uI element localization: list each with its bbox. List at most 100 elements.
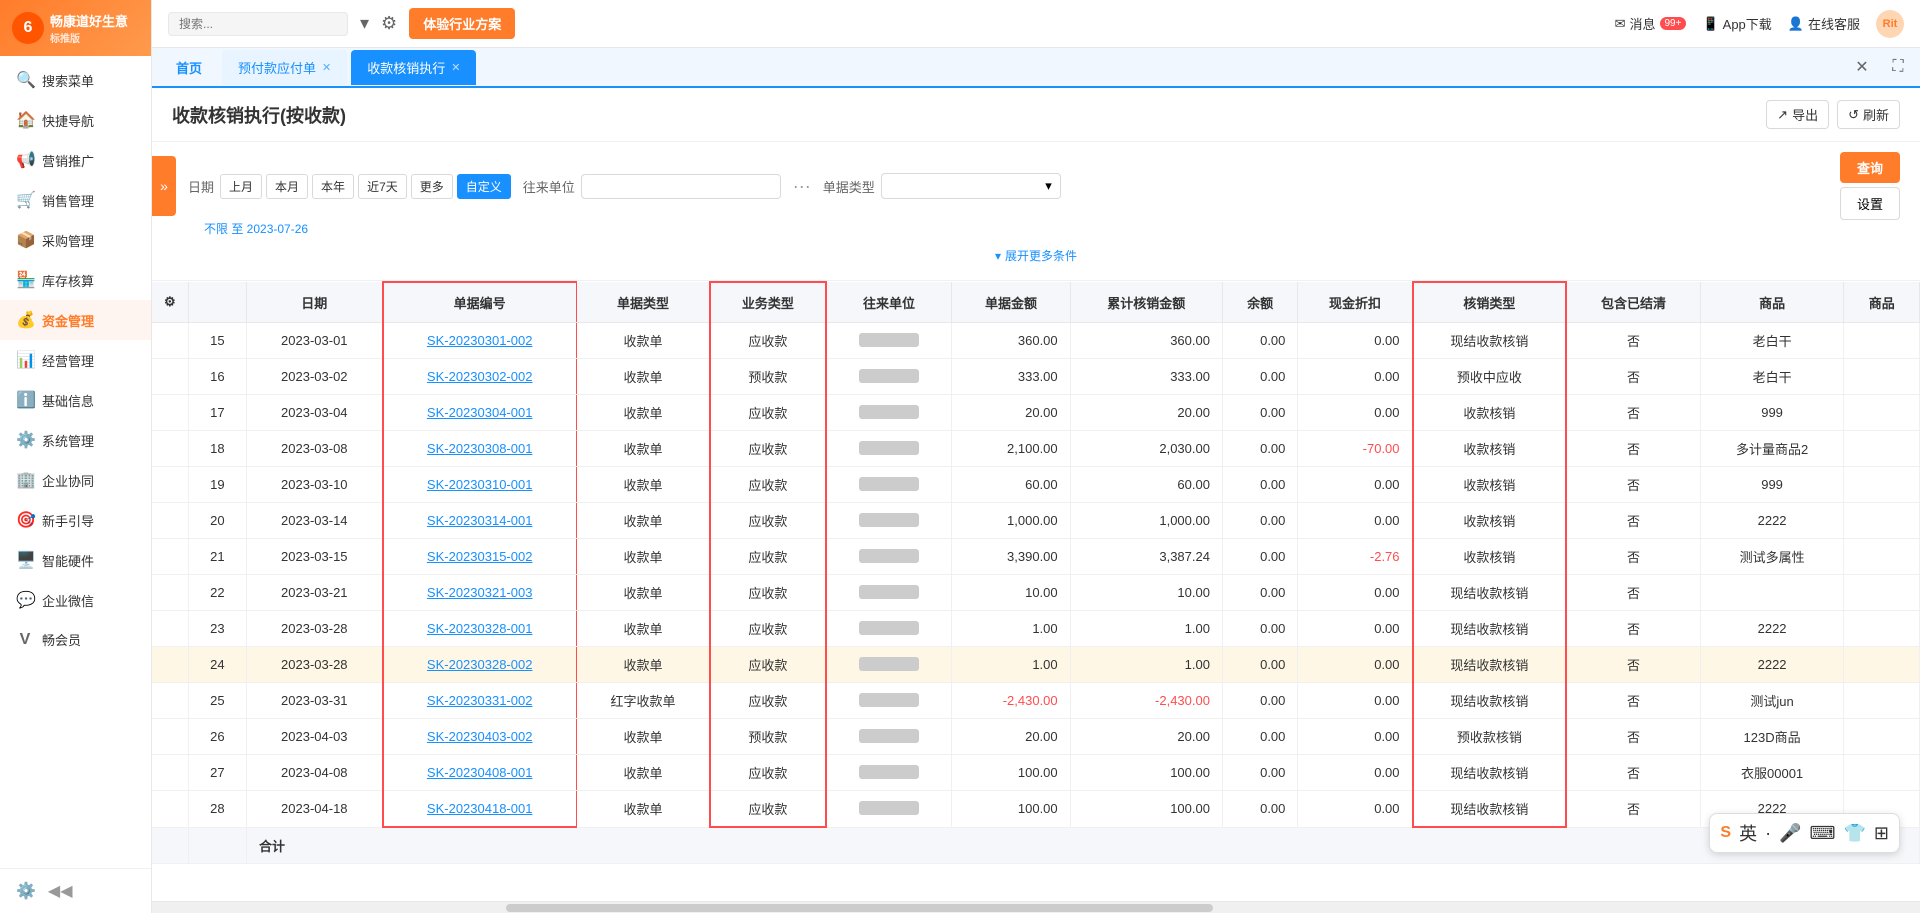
total-row: 合计 (152, 827, 1920, 864)
table-row: 222023-03-21SK-20230321-003收款单应收款 10.001… (152, 575, 1920, 611)
sidebar-item-label: 搜索菜单 (42, 71, 94, 90)
filter-expand-btn[interactable]: » (152, 156, 176, 216)
close-tab-icon[interactable]: ✕ (1848, 53, 1876, 81)
sidebar-item-inventory[interactable]: 🏪 库存核算 (0, 260, 151, 300)
expand-tab-icon[interactable]: ⛶ (1884, 53, 1912, 81)
float-logo: S (1720, 824, 1731, 842)
voucher-type-select[interactable]: ▾ (881, 173, 1061, 199)
page-header-actions: ↗ 导出 ↺ 刷新 (1766, 100, 1900, 129)
sidebar-item-search[interactable]: 🔍 搜索菜单 (0, 60, 151, 100)
total-label: 合计 (247, 827, 1920, 864)
sidebar-item-sales[interactable]: 🛒 销售管理 (0, 180, 151, 220)
app-download-item[interactable]: 📱 App下载 (1702, 14, 1771, 33)
date-btn-custom[interactable]: 自定义 (457, 174, 511, 199)
th-amount: 单据金额 (952, 282, 1070, 323)
table-row: 162023-03-02SK-20230302-002收款单预收款 333.00… (152, 359, 1920, 395)
message-item[interactable]: ✉ 消息 99+ (1615, 14, 1687, 33)
th-partner: 往来单位 (826, 282, 952, 323)
sidebar-item-member[interactable]: V 畅会员 (0, 620, 151, 659)
sidebar-item-enterprise[interactable]: 🏢 企业协同 (0, 460, 151, 500)
gear-icon[interactable]: ⚙ (381, 13, 397, 34)
sidebar-item-system[interactable]: ⚙️ 系统管理 (0, 420, 151, 460)
sidebar-bottom: ⚙️ ◀◀ (0, 868, 151, 913)
inventory-icon: 🏪 (16, 270, 34, 290)
operations-icon: 📊 (16, 350, 34, 370)
float-lang-icon[interactable]: 英 (1739, 820, 1757, 846)
float-keyboard-icon[interactable]: ⌨ (1810, 823, 1836, 844)
tab-home[interactable]: 首页 (160, 50, 218, 85)
table-row: 202023-03-14SK-20230314-001收款单应收款 1,000.… (152, 503, 1920, 539)
query-btn[interactable]: 查询 (1840, 152, 1900, 183)
member-icon: V (16, 631, 34, 649)
th-settings[interactable]: ⚙ (152, 282, 188, 323)
sidebar-item-purchase[interactable]: 📦 采购管理 (0, 220, 151, 260)
filter-date-group: 日期 上月 本月 本年 近7天 更多 自定义 (188, 174, 511, 199)
table-body: 152023-03-01SK-20230301-002收款单应收款 360.00… (152, 323, 1920, 828)
tab-receipt[interactable]: 收款核销执行 ✕ (351, 50, 476, 85)
enterprise-icon: 🏢 (16, 470, 34, 490)
date-btn-this-month[interactable]: 本月 (266, 174, 308, 199)
date-btn-more[interactable]: 更多 (411, 174, 453, 199)
collapse-icon[interactable]: ◀◀ (48, 881, 73, 901)
finance-icon: 💰 (16, 310, 34, 330)
refresh-btn[interactable]: ↺ 刷新 (1837, 100, 1900, 129)
float-dot-icon[interactable]: · (1765, 823, 1771, 844)
topbar: ▾ ⚙ 体验行业方案 ✉ 消息 99+ 📱 App下载 👤 在线客服 Rit (152, 0, 1920, 48)
sidebar-item-label: 企业微信 (42, 591, 94, 610)
search-input[interactable] (168, 12, 348, 36)
data-table: ⚙ 日期 单据编号 单据类型 业务类型 往来单位 单据金额 累计核销金额 余额 … (152, 281, 1920, 864)
th-biz-type: 业务类型 (710, 282, 825, 323)
table-row: 152023-03-01SK-20230301-002收款单应收款 360.00… (152, 323, 1920, 359)
sidebar-item-hardware[interactable]: 🖥️ 智能硬件 (0, 540, 151, 580)
wechat-icon: 💬 (16, 590, 34, 610)
th-date: 日期 (247, 282, 383, 323)
date-btn-prev-month[interactable]: 上月 (220, 174, 262, 199)
settings-icon[interactable]: ⚙️ (16, 881, 36, 901)
chevron-down-icon: ▾ (1045, 178, 1052, 194)
sidebar-item-label: 企业协同 (42, 471, 94, 490)
date-btn-7days[interactable]: 近7天 (358, 174, 407, 199)
table-row: 212023-03-15SK-20230315-002收款单应收款 3,390.… (152, 539, 1920, 575)
industry-btn[interactable]: 体验行业方案 (409, 8, 515, 39)
chevron-down-icon[interactable]: ▾ (360, 13, 369, 34)
filter-bar: » 日期 上月 本月 本年 近7天 更多 自定义 往来单位 · (152, 142, 1920, 281)
float-shirt-icon[interactable]: 👕 (1843, 823, 1865, 844)
message-label: 消息 (1629, 14, 1655, 33)
scrollbar-thumb[interactable] (506, 904, 1213, 912)
message-badge: 99+ (1660, 17, 1687, 30)
service-item[interactable]: 👤 在线客服 (1788, 14, 1860, 33)
avatar[interactable]: Rit (1876, 10, 1904, 38)
tab-prepay[interactable]: 预付款应付单 ✕ (222, 50, 347, 85)
th-voucher-no: 单据编号 (383, 282, 577, 323)
sidebar-item-marketing[interactable]: 📢 营销推广 (0, 140, 151, 180)
close-prepay-icon[interactable]: ✕ (322, 61, 331, 74)
sidebar-item-finance[interactable]: 💰 资金管理 (0, 300, 151, 340)
sidebar-item-basic[interactable]: ℹ️ 基础信息 (0, 380, 151, 420)
sidebar-item-label: 快捷导航 (42, 111, 94, 130)
sidebar-item-operations[interactable]: 📊 经营管理 (0, 340, 151, 380)
settings-filter-btn[interactable]: 设置 (1840, 187, 1900, 220)
sidebar-item-wechat[interactable]: 💬 企业微信 (0, 580, 151, 620)
float-grid-icon[interactable]: ⊞ (1874, 823, 1889, 844)
search-icon: 🔍 (16, 70, 34, 90)
close-receipt-icon[interactable]: ✕ (451, 61, 460, 74)
sidebar-item-label: 新手引导 (42, 511, 94, 530)
float-mic-icon[interactable]: 🎤 (1779, 823, 1801, 844)
expand-more-btn[interactable]: ▾ 展开更多条件 (172, 241, 1900, 270)
sidebar-item-label: 营销推广 (42, 151, 94, 170)
hardware-icon: 🖥️ (16, 550, 34, 570)
horizontal-scrollbar[interactable] (152, 901, 1920, 913)
date-btn-this-year[interactable]: 本年 (312, 174, 354, 199)
floating-toolbar: S 英 · 🎤 ⌨ 👕 ⊞ (1709, 813, 1900, 853)
export-btn[interactable]: ↗ 导出 (1766, 100, 1829, 129)
message-icon: ✉ (1615, 16, 1626, 32)
sidebar-item-guide[interactable]: 🎯 新手引导 (0, 500, 151, 540)
sidebar-item-label: 畅会员 (42, 630, 81, 649)
logo-text: 畅康道好生意 标推版 (50, 11, 128, 45)
sidebar-item-label: 系统管理 (42, 431, 94, 450)
topbar-right: ✉ 消息 99+ 📱 App下载 👤 在线客服 Rit (1615, 10, 1904, 38)
sidebar-nav: 🔍 搜索菜单 🏠 快捷导航 📢 营销推广 🛒 销售管理 📦 采购管理 🏪 库存核… (0, 56, 151, 868)
sidebar-item-quicknav[interactable]: 🏠 快捷导航 (0, 100, 151, 140)
partner-input[interactable] (581, 174, 781, 199)
home-icon: 🏠 (16, 110, 34, 130)
